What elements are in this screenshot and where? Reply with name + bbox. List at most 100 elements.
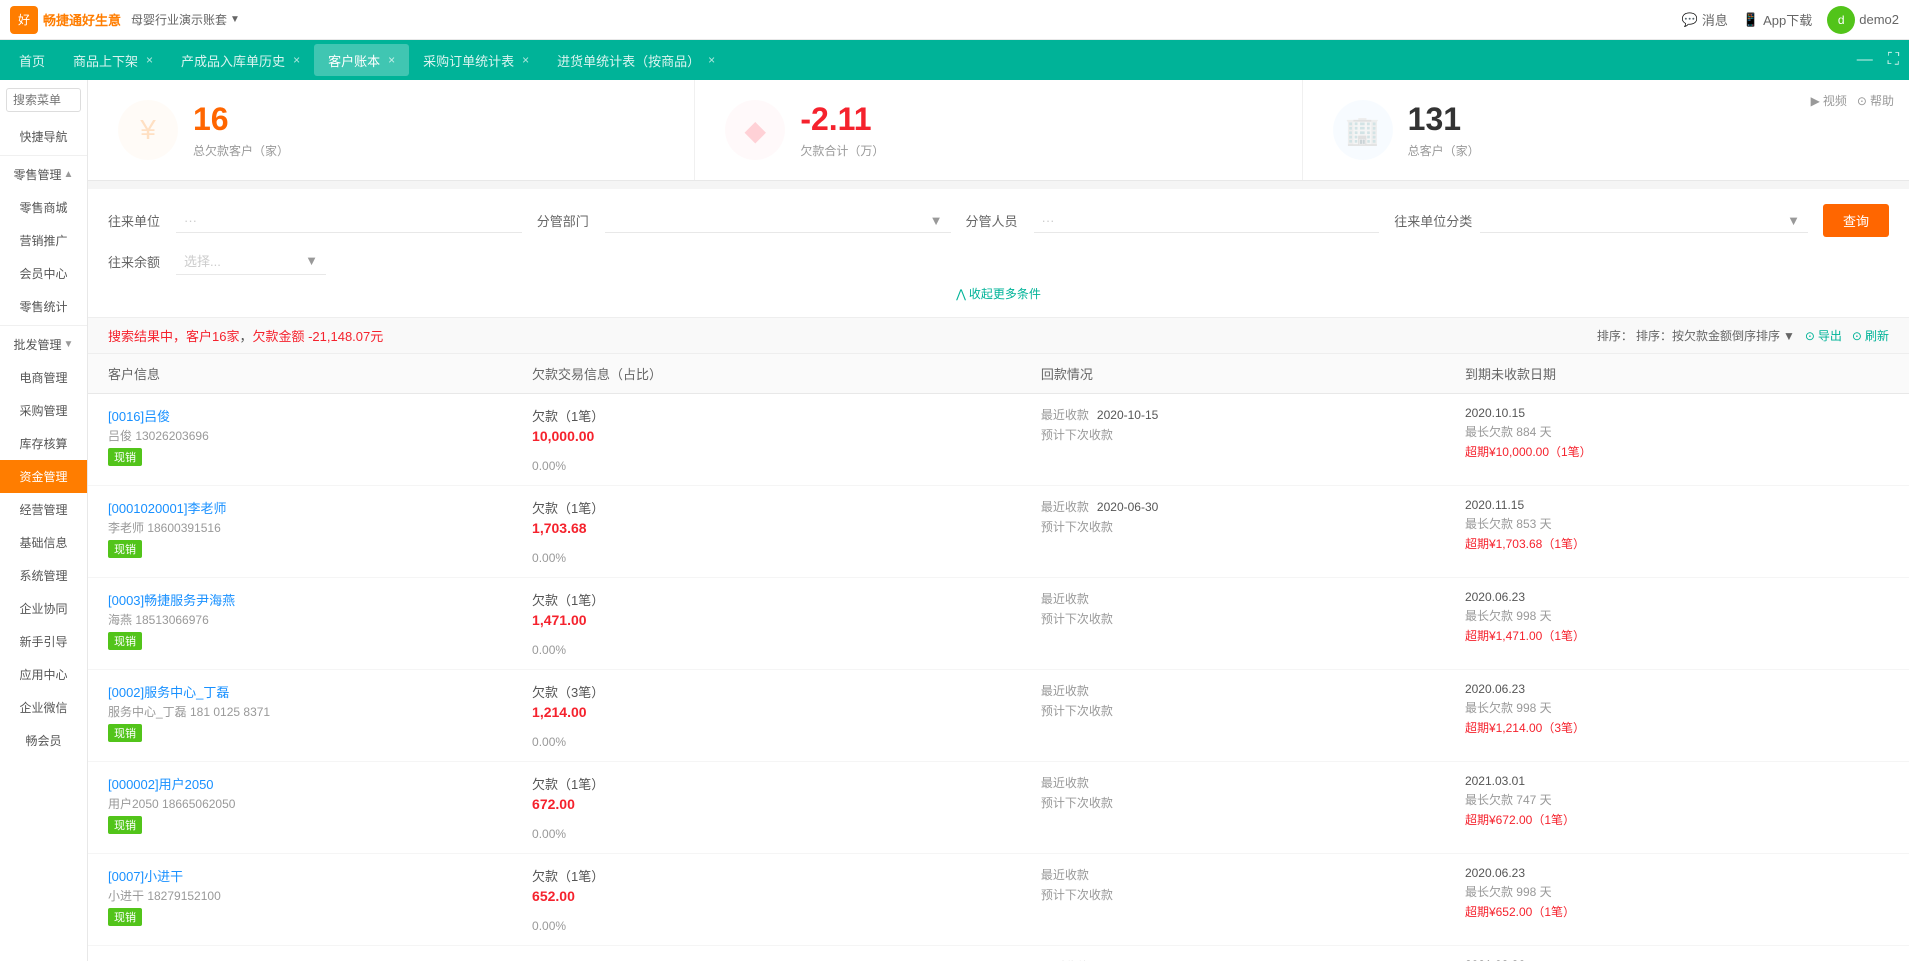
sort-value: 排序：按欠款金额倒序排序 [1636, 327, 1780, 344]
tab-close-icon[interactable]: × [708, 53, 715, 67]
sidebar-item-system-mgmt[interactable]: 系统管理 [0, 559, 87, 592]
sidebar-retail-store-label: 零售商城 [19, 201, 67, 215]
customer-name-5[interactable]: [0007]小进干 [108, 866, 532, 885]
person-input[interactable]: ··· [1034, 209, 1380, 233]
tab-close-icon[interactable]: × [522, 53, 529, 67]
tab-product-off[interactable]: 商品上下架 × [59, 44, 167, 76]
tab-close-icon[interactable]: × [146, 53, 153, 67]
debt-info-2: 欠款（1笔） 1,471.00 0.00% [532, 590, 1041, 657]
card-body-1: 16 总欠款客户（家） [193, 101, 664, 159]
tab-home[interactable]: 首页 [5, 44, 59, 76]
card-icon-2: ◆ [725, 100, 785, 160]
tab-customer-account[interactable]: 客户账本 × [314, 44, 409, 76]
customer-name-2[interactable]: [0003]畅捷服务尹海燕 [108, 590, 532, 609]
top-bar: 好 畅捷通好生意 母婴行业演示账套 ▼ 💬 消息 📱 App下载 d demo2 [0, 0, 1909, 40]
overdue-date-2: 2020.06.23 [1465, 590, 1889, 604]
tab-close-icon[interactable]: × [388, 53, 395, 67]
customer-name-4[interactable]: [000002]用户2050 [108, 774, 532, 793]
filter-section: 往来单位 ··· 分管部门 ▼ 分管人员 ··· [88, 189, 1909, 317]
sidebar-item-retail-store[interactable]: 零售商城 [0, 191, 87, 224]
debt-info-0: 欠款（1笔） 10,000.00 0.00% [532, 406, 1041, 473]
sidebar-quick-nav-label: 快捷导航 [19, 130, 67, 144]
sidebar-item-retail-mgmt[interactable]: 零售管理 ▲ [0, 158, 87, 191]
overdue-amount-3[interactable]: 超期¥1,214.00（3笔） [1465, 719, 1889, 736]
customer-info-3: [0002]服务中心_丁磊 服务中心_丁磊 181 0125 8371 现销 [108, 682, 532, 742]
overdue-days-5: 最长欠款 998 天 [1465, 883, 1889, 900]
dept-select[interactable]: ▼ [605, 209, 951, 233]
next-collect-0: 预计下次收款 [1041, 426, 1465, 443]
overdue-amount-4[interactable]: 超期¥672.00（1笔） [1465, 811, 1889, 828]
unit-type-select[interactable]: ▼ [1480, 209, 1808, 233]
app-download-btn[interactable]: 📱 App下载 [1743, 10, 1812, 29]
debt-percent-1: 0.00% [532, 551, 1041, 565]
customer-name-1[interactable]: [0001020001]李老师 [108, 498, 532, 517]
refresh-icon: ⊙ [1852, 329, 1862, 343]
username: demo2 [1859, 12, 1899, 27]
debt-percent-5: 0.00% [532, 919, 1041, 933]
overdue-days-4: 最长欠款 747 天 [1465, 791, 1889, 808]
table-row: [0002]服务中心_丁磊 服务中心_丁磊 181 0125 8371 现销 欠… [88, 670, 1909, 762]
sidebar-item-quick-nav[interactable]: 快捷导航 [0, 120, 87, 153]
search-input[interactable] [6, 88, 81, 112]
overdue-amount-0[interactable]: 超期¥10,000.00（1笔） [1465, 443, 1889, 460]
overdue-date-5: 2020.06.23 [1465, 866, 1889, 880]
tab-purchase-order[interactable]: 采购订单统计表 × [409, 44, 543, 76]
sidebar-item-ecommerce[interactable]: 电商管理 [0, 361, 87, 394]
debt-amount-3: 1,214.00 [532, 704, 1041, 720]
export-icon: ⊙ [1805, 329, 1815, 343]
sidebar-item-new-guide[interactable]: 新手引导 [0, 625, 87, 658]
balance-label: 往来余额 [108, 252, 168, 271]
collapse-button[interactable]: ⋀ 收起更多条件 [956, 285, 1041, 302]
sidebar-item-purchase-mgmt[interactable]: 采购管理 [0, 394, 87, 427]
sort-selector[interactable]: 排序： 排序：按欠款金额倒序排序 ▼ [1597, 327, 1795, 344]
tab-home-label: 首页 [19, 51, 45, 70]
debt-count-2: 欠款（1笔） [532, 590, 1041, 609]
sidebar-item-vip-member[interactable]: 畅会员 [0, 724, 87, 757]
sidebar-item-app-center[interactable]: 应用中心 [0, 658, 87, 691]
message-btn[interactable]: 💬 消息 [1682, 10, 1728, 29]
help-btn[interactable]: ⊙ 帮助 [1857, 92, 1894, 109]
sidebar-item-finance-mgmt[interactable]: 资金管理 [0, 460, 87, 493]
balance-select[interactable]: 选择... ▼ [176, 247, 326, 275]
sidebar-item-retail-stats[interactable]: 零售统计 [0, 290, 87, 323]
debt-count-1: 欠款（1笔） [532, 498, 1041, 517]
tab-product-history[interactable]: 产成品入库单历史 × [167, 44, 314, 76]
export-button[interactable]: ⊙ 导出 [1805, 327, 1842, 344]
user-avatar-area[interactable]: d demo2 [1827, 6, 1899, 34]
nav-expand-btn[interactable]: ⛶ [1883, 49, 1904, 71]
sidebar-item-inventory[interactable]: 库存核算 [0, 427, 87, 460]
tab-purchase-order-label: 采购订单统计表 [423, 51, 514, 70]
unit-type-label: 往来单位分类 [1394, 211, 1472, 230]
sidebar-item-business-mgmt[interactable]: 经营管理 [0, 493, 87, 526]
customer-info-4: [000002]用户2050 用户2050 18665062050 现销 [108, 774, 532, 834]
from-unit-dots: ··· [184, 213, 197, 228]
query-button[interactable]: 查询 [1823, 204, 1889, 237]
sidebar-item-enterprise[interactable]: 企业协同 [0, 592, 87, 625]
sidebar-batch-mgmt-label: 批发管理 [14, 336, 62, 353]
video-btn[interactable]: ▶ 视频 [1811, 92, 1847, 109]
sidebar-item-member-center[interactable]: 会员中心 [0, 257, 87, 290]
filter-row-2: 往来余额 选择... ▼ [108, 247, 1889, 275]
overdue-days-3: 最长欠款 998 天 [1465, 699, 1889, 716]
customer-name-0[interactable]: [0016]吕俊 [108, 406, 532, 425]
sidebar-item-basic-info[interactable]: 基础信息 [0, 526, 87, 559]
sidebar-item-marketing[interactable]: 营销推广 [0, 224, 87, 257]
card-icon-3: 🏢 [1333, 100, 1393, 160]
nav-minimize-btn[interactable]: — [1852, 49, 1878, 71]
sidebar-item-enterprise-wx[interactable]: 企业微信 [0, 691, 87, 724]
from-unit-input[interactable]: ··· [176, 209, 522, 233]
summary-cards: ¥ 16 总欠款客户（家） ◆ -2.11 欠款合计（万） 🏢 131 总客户（… [88, 80, 1909, 181]
debt-info-3: 欠款（3笔） 1,214.00 0.00% [532, 682, 1041, 749]
store-selector[interactable]: 母婴行业演示账套 ▼ [131, 11, 240, 28]
debt-count-5: 欠款（1笔） [532, 866, 1041, 885]
tab-inbound-stats[interactable]: 进货单统计表（按商品） × [543, 44, 729, 76]
customer-name-3[interactable]: [0002]服务中心_丁磊 [108, 682, 532, 701]
overdue-amount-2[interactable]: 超期¥1,471.00（1笔） [1465, 627, 1889, 644]
card-value-2: -2.11 [800, 101, 1271, 138]
data-table: 客户信息 欠款交易信息（占比） 回款情况 到期未收款日期 [0016]吕俊 吕俊… [88, 354, 1909, 961]
tab-close-icon[interactable]: × [293, 53, 300, 67]
refresh-button[interactable]: ⊙ 刷新 [1852, 327, 1889, 344]
sidebar-item-batch-mgmt[interactable]: 批发管理 ▼ [0, 328, 87, 361]
overdue-amount-5[interactable]: 超期¥652.00（1笔） [1465, 903, 1889, 920]
overdue-amount-1[interactable]: 超期¥1,703.68（1笔） [1465, 535, 1889, 552]
